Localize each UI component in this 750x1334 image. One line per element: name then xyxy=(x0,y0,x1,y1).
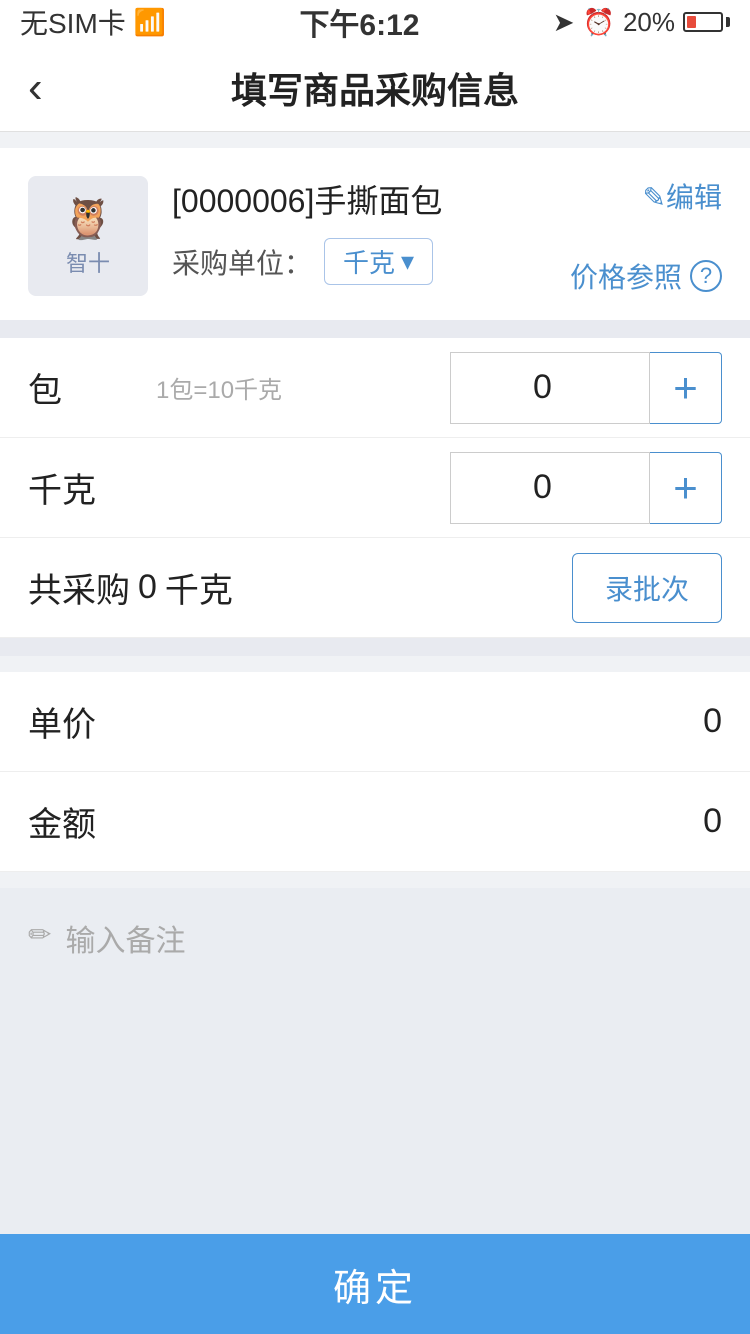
battery-label: 20% xyxy=(623,7,675,38)
bag-plus-button[interactable]: + xyxy=(650,352,722,424)
kg-input-row: 千克 + xyxy=(0,438,750,538)
product-thumbnail: 🦉 智十 xyxy=(28,176,148,296)
detail-section: 单价 0 金额 0 xyxy=(0,672,750,872)
price-help-icon[interactable]: ? xyxy=(690,260,722,292)
record-batch-button[interactable]: 录批次 xyxy=(572,553,722,623)
nav-bar: ‹ 填写商品采购信息 xyxy=(0,44,750,132)
bag-input-box: + xyxy=(450,352,722,424)
amount-label: 金额 xyxy=(28,797,96,846)
unit-selector[interactable]: 千克 ▾ xyxy=(324,238,433,285)
section-divider-2 xyxy=(0,638,750,656)
unit-value: 千克 xyxy=(343,243,395,280)
total-prefix: 共采购 xyxy=(28,563,130,612)
input-section: 包 1包=10千克 + 千克 + xyxy=(0,338,750,538)
carrier-label: 无SIM卡 xyxy=(20,2,126,42)
pencil-icon: ✏ xyxy=(28,918,51,951)
status-right: ➤ ⏰ 20% xyxy=(553,7,730,38)
price-row: 单价 0 xyxy=(0,672,750,772)
bag-quantity-input[interactable] xyxy=(450,352,650,424)
page-title: 填写商品采购信息 xyxy=(231,62,519,114)
amount-value: 0 xyxy=(703,802,722,841)
price-ref-button[interactable]: 价格参照 ? xyxy=(570,256,722,296)
product-logo-label: 智十 xyxy=(66,246,110,278)
kg-plus-button[interactable]: + xyxy=(650,452,722,524)
location-icon: ➤ xyxy=(553,7,575,38)
unit-dropdown-icon: ▾ xyxy=(401,246,414,277)
kg-input-box: + xyxy=(450,452,722,524)
total-unit: 千克 xyxy=(165,563,233,612)
kg-label: 千克 xyxy=(28,463,148,512)
battery-icon xyxy=(683,12,730,32)
status-bar: 无SIM卡 📶 下午6:12 ➤ ⏰ 20% xyxy=(0,0,750,44)
status-left: 无SIM卡 📶 xyxy=(20,2,166,42)
amount-row: 金额 0 xyxy=(0,772,750,872)
section-divider-1 xyxy=(0,320,750,338)
alarm-icon: ⏰ xyxy=(583,7,615,38)
confirm-button[interactable]: 确定 xyxy=(0,1234,750,1334)
product-name: [0000006]手撕面包 xyxy=(172,176,722,222)
price-ref-label: 价格参照 xyxy=(570,256,682,296)
total-value: 0 xyxy=(138,568,157,607)
remarks-section[interactable]: ✏ 输入备注 xyxy=(0,888,750,1008)
bag-sublabel: 1包=10千克 xyxy=(156,370,282,405)
remarks-placeholder: 输入备注 xyxy=(65,916,185,960)
back-button[interactable]: ‹ xyxy=(28,66,43,110)
edit-button[interactable]: ✎编辑 xyxy=(643,176,722,216)
price-value: 0 xyxy=(703,702,722,741)
price-label: 单价 xyxy=(28,697,96,746)
product-card: 🦉 智十 [0000006]手撕面包 采购单位： 千克 ▾ ✎编辑 价格参照 ? xyxy=(0,148,750,320)
total-row: 共采购 0 千克 录批次 xyxy=(0,538,750,638)
product-logo-icon: 🦉 xyxy=(63,195,113,242)
bag-label: 包 xyxy=(28,363,148,412)
kg-quantity-input[interactable] xyxy=(450,452,650,524)
bag-input-row: 包 1包=10千克 + xyxy=(0,338,750,438)
wifi-icon: 📶 xyxy=(134,7,166,38)
unit-prefix-label: 采购单位： xyxy=(172,242,312,282)
time-label: 下午6:12 xyxy=(299,0,419,44)
